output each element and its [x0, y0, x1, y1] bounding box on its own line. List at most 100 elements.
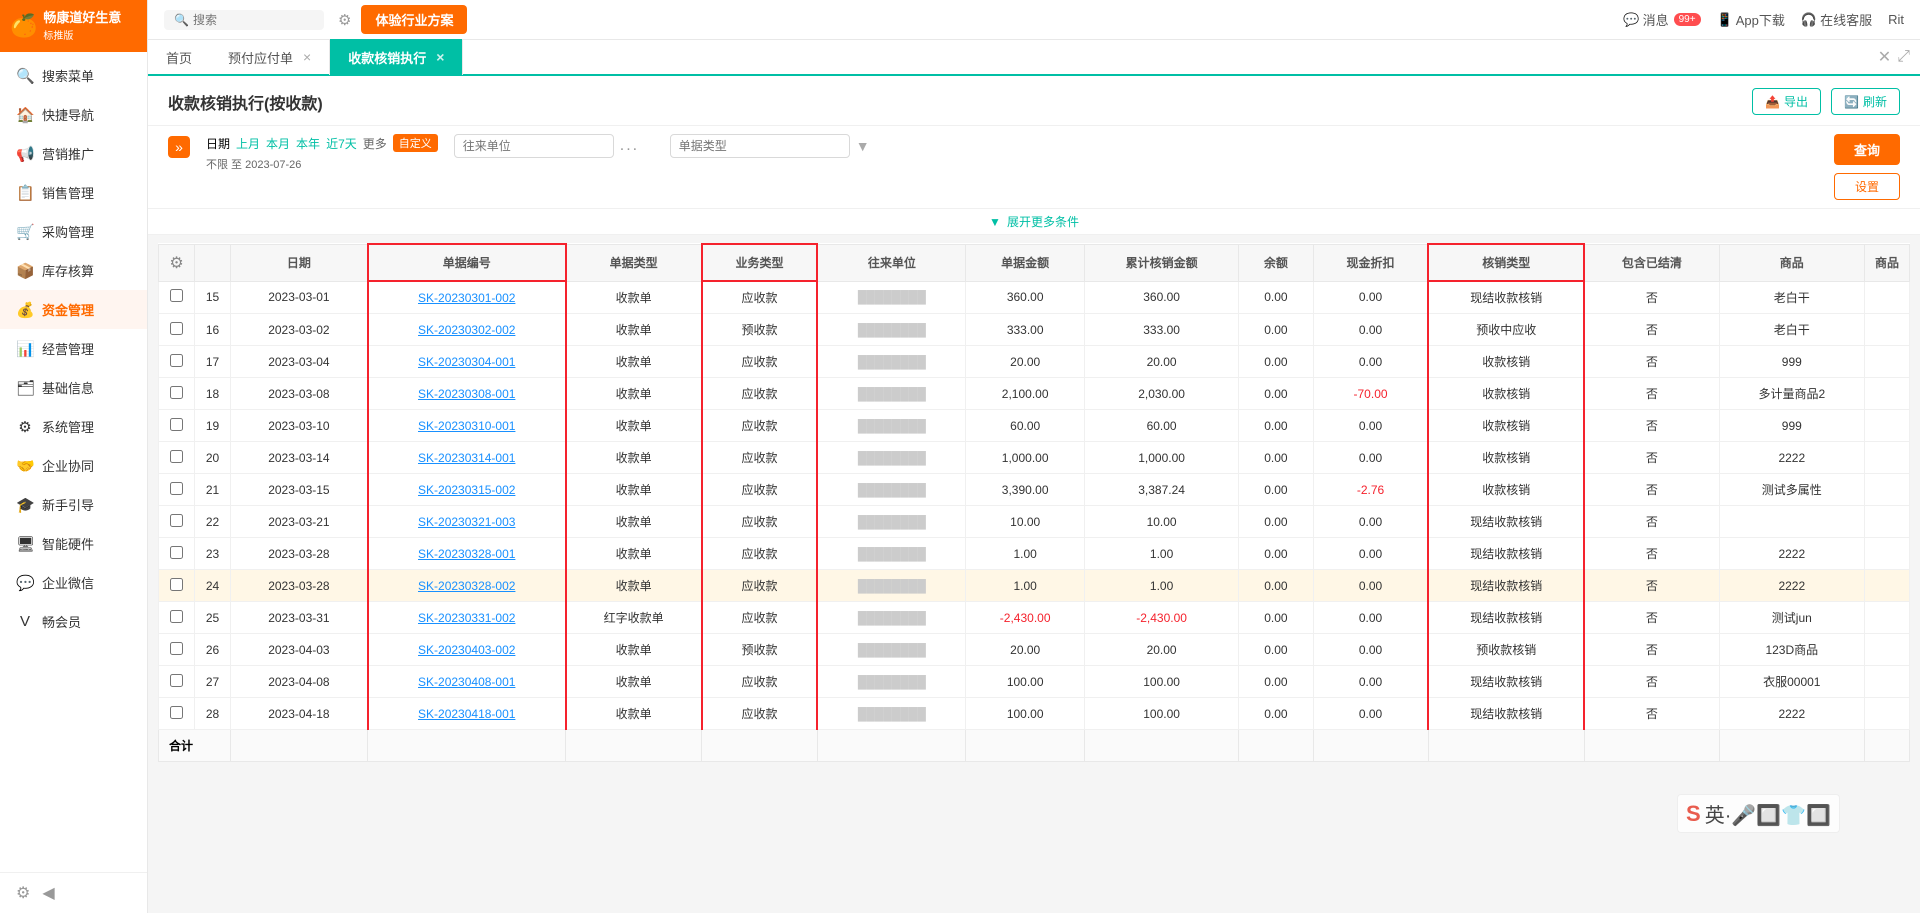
filter-last7[interactable]: 近7天: [326, 135, 357, 152]
sidebar-item-hardware[interactable]: 🖥智能硬件: [0, 524, 147, 563]
sidebar-icon-purchase: 🛒: [16, 223, 34, 241]
topbar-message-link[interactable]: 💬 消息 99+: [1623, 10, 1700, 29]
cell-checkbox[interactable]: [159, 442, 195, 474]
row-checkbox[interactable]: [170, 418, 183, 431]
filter-unit-input[interactable]: [454, 134, 614, 158]
topbar-user[interactable]: Rit: [1888, 12, 1904, 27]
export-button[interactable]: 📤 导出: [1752, 88, 1821, 115]
cell-checkbox[interactable]: [159, 314, 195, 346]
cell-checkbox[interactable]: [159, 634, 195, 666]
cell-billno[interactable]: SK-20230314-001: [368, 442, 566, 474]
topbar-search-input[interactable]: [193, 13, 313, 27]
sidebar-item-search[interactable]: 🔍搜索菜单: [0, 56, 147, 95]
column-settings-button[interactable]: ⚙: [169, 253, 183, 273]
cell-checkbox[interactable]: [159, 538, 195, 570]
row-checkbox[interactable]: [170, 674, 183, 687]
cell-balance: 0.00: [1239, 506, 1314, 538]
filter-last-month[interactable]: 上月: [236, 135, 260, 152]
row-checkbox[interactable]: [170, 450, 183, 463]
cell-billno[interactable]: SK-20230418-001: [368, 698, 566, 730]
cell-date: 2023-03-28: [231, 570, 368, 602]
sidebar-item-sales[interactable]: 📋销售管理: [0, 173, 147, 212]
th-gear[interactable]: ⚙: [159, 244, 195, 281]
row-checkbox[interactable]: [170, 354, 183, 367]
cell-checkbox[interactable]: [159, 346, 195, 378]
filter-this-year[interactable]: 本年: [296, 135, 320, 152]
sidebar-collapse-icon[interactable]: ◀: [42, 883, 54, 903]
sidebar-item-quicknav[interactable]: 🏠快捷导航: [0, 95, 147, 134]
filter-settings-button[interactable]: 设置: [1834, 173, 1900, 200]
tab-expand-icon[interactable]: ⤢: [1897, 48, 1910, 66]
tab-prepay[interactable]: 预付应付单 ×: [210, 39, 330, 75]
row-checkbox[interactable]: [170, 642, 183, 655]
filter-billtype-chevron[interactable]: ▼: [856, 138, 870, 154]
topbar-app-link[interactable]: 📱 App下载: [1717, 10, 1785, 29]
cell-checkbox[interactable]: [159, 281, 195, 314]
row-checkbox[interactable]: [170, 546, 183, 559]
cell-checkbox[interactable]: [159, 698, 195, 730]
cell-checkbox[interactable]: [159, 506, 195, 538]
topbar-gear-icon[interactable]: ⚙: [338, 11, 351, 29]
cell-checkbox[interactable]: [159, 410, 195, 442]
sidebar-item-guide[interactable]: 🎓新手引导: [0, 485, 147, 524]
row-checkbox[interactable]: [170, 706, 183, 719]
cell-checkbox[interactable]: [159, 602, 195, 634]
cell-billno[interactable]: SK-20230310-001: [368, 410, 566, 442]
sidebar-item-operation[interactable]: 📊经营管理: [0, 329, 147, 368]
footer-discount: [1313, 730, 1428, 762]
cell-checkbox[interactable]: [159, 474, 195, 506]
filter-more[interactable]: 更多: [363, 135, 387, 152]
filter-collapse-button[interactable]: »: [168, 136, 190, 158]
cell-billno[interactable]: SK-20230408-001: [368, 666, 566, 698]
sidebar-item-system[interactable]: ⚙系统管理: [0, 407, 147, 446]
cell-date: 2023-03-02: [231, 314, 368, 346]
sidebar-item-member[interactable]: V畅会员: [0, 602, 147, 641]
row-checkbox[interactable]: [170, 610, 183, 623]
table-row: 15 2023-03-01 SK-20230301-002 收款单 应收款 ██…: [159, 281, 1910, 314]
cell-goods2: [1864, 442, 1909, 474]
row-checkbox[interactable]: [170, 482, 183, 495]
cell-billno[interactable]: SK-20230301-002: [368, 281, 566, 314]
cell-billno[interactable]: SK-20230403-002: [368, 634, 566, 666]
cell-billno[interactable]: SK-20230328-001: [368, 538, 566, 570]
sidebar-item-wechat[interactable]: 💬企业微信: [0, 563, 147, 602]
row-checkbox[interactable]: [170, 514, 183, 527]
solution-button[interactable]: 体验行业方案: [361, 5, 467, 34]
cell-billno[interactable]: SK-20230308-001: [368, 378, 566, 410]
filter-billtype-input[interactable]: [670, 134, 850, 158]
sidebar-settings-icon[interactable]: ⚙: [16, 883, 30, 903]
cell-checkbox[interactable]: [159, 666, 195, 698]
tab-prepay-close[interactable]: ×: [303, 49, 311, 65]
tab-writeoff[interactable]: 收款核销执行 ×: [330, 39, 463, 75]
app-icon: 📱: [1717, 12, 1733, 28]
filter-this-month[interactable]: 本月: [266, 135, 290, 152]
sidebar-item-purchase[interactable]: 🛒采购管理: [0, 212, 147, 251]
filter-expand-row[interactable]: ▼ 展开更多条件: [148, 209, 1920, 235]
sidebar-item-marketing[interactable]: 📢营销推广: [0, 134, 147, 173]
cell-billno[interactable]: SK-20230331-002: [368, 602, 566, 634]
row-checkbox[interactable]: [170, 386, 183, 399]
cell-amount: 1.00: [966, 538, 1085, 570]
cell-checkbox[interactable]: [159, 378, 195, 410]
cell-billno[interactable]: SK-20230304-001: [368, 346, 566, 378]
row-checkbox[interactable]: [170, 322, 183, 335]
tab-close-all-icon[interactable]: ✕: [1878, 47, 1891, 67]
sidebar-icon-sales: 📋: [16, 184, 34, 202]
refresh-button[interactable]: 🔄 刷新: [1831, 88, 1900, 115]
row-checkbox[interactable]: [170, 289, 183, 302]
row-checkbox[interactable]: [170, 578, 183, 591]
sidebar-item-corp[interactable]: 🤝企业协同: [0, 446, 147, 485]
tab-writeoff-close[interactable]: ×: [436, 49, 444, 65]
sidebar-item-inventory[interactable]: 📦库存核算: [0, 251, 147, 290]
query-button[interactable]: 查询: [1834, 134, 1900, 165]
tab-home[interactable]: 首页: [148, 39, 210, 75]
topbar-service-link[interactable]: 🎧 在线客服: [1801, 10, 1872, 29]
sidebar-item-basic[interactable]: 🗂基础信息: [0, 368, 147, 407]
cell-billno[interactable]: SK-20230321-003: [368, 506, 566, 538]
filter-custom[interactable]: 自定义: [393, 134, 438, 152]
cell-checkbox[interactable]: [159, 570, 195, 602]
cell-billno[interactable]: SK-20230328-002: [368, 570, 566, 602]
cell-billno[interactable]: SK-20230315-002: [368, 474, 566, 506]
cell-billno[interactable]: SK-20230302-002: [368, 314, 566, 346]
sidebar-item-finance[interactable]: 💰资金管理: [0, 290, 147, 329]
